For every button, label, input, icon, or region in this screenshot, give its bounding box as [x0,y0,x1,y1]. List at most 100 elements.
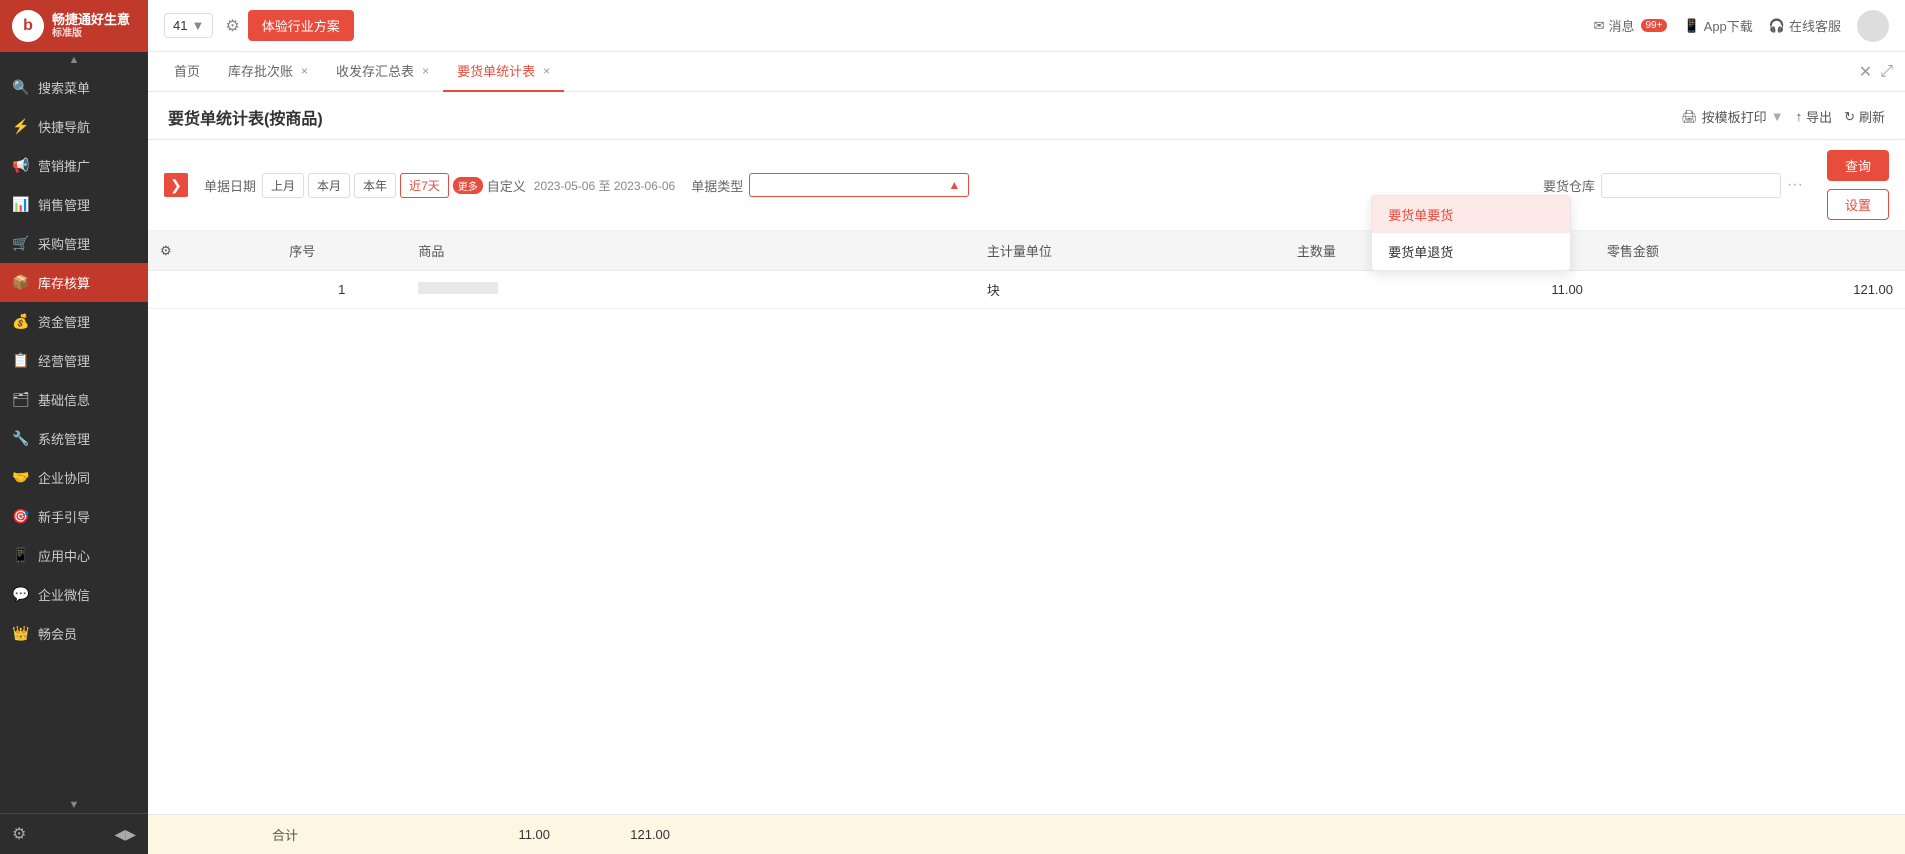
page-header-actions: 🖨 按模板打印 ▼ ↑ 导出 ↻ 刷新 [1681,107,1885,136]
date-buttons: 上月 本月 本年 近7天 更多 自定义 [262,173,526,198]
warehouse-filter-label: 要货仓库 [1543,176,1595,195]
service-icon: 🎧 [1769,18,1785,34]
sidebar-item-apps[interactable]: 📱 应用中心 [0,536,148,575]
sidebar-header: b 畅捷通好生意 标准版 [0,0,148,52]
settings-button[interactable]: 设置 [1827,189,1889,220]
sidebar-item-collab[interactable]: 🤝 企业协同 [0,458,148,497]
app-icon: 📱 [1683,18,1699,34]
sales-icon: 📊 [12,196,30,214]
th-num: 序号 [277,231,406,271]
warehouse-more-icon[interactable]: ··· [1787,176,1803,194]
marketing-icon: 📢 [12,157,30,175]
sidebar-item-purchase[interactable]: 🛒 采购管理 [0,224,148,263]
sidebar-collapse-icon[interactable]: ◀▶ [114,826,136,843]
date-range-display: 2023-05-06 至 2023-06-06 [534,177,675,194]
topbar-gear-icon[interactable]: ⚙ [225,16,239,36]
page-content: 要货单统计表(按商品) 🖨 按模板打印 ▼ ↑ 导出 ↻ 刷新 [148,92,1905,854]
row-num: 1 [277,271,406,309]
tab-close-all-icon[interactable]: ✕ [1859,62,1872,82]
row-qty: 11.00 [1285,271,1595,309]
date-more-badge[interactable]: 更多 [453,177,483,194]
th-settings[interactable]: ⚙ [148,231,277,271]
tab-home[interactable]: 首页 [160,52,214,92]
purchase-icon: 🛒 [12,235,30,253]
footer-label: 合计 [260,825,310,844]
print-button[interactable]: 🖨 按模板打印 ▼ [1681,107,1783,126]
sidebar-item-operations[interactable]: 📋 经营管理 [0,341,148,380]
filter-toggle[interactable]: ❯ [164,173,188,197]
warehouse-filter-group: 要货仓库 ··· [1543,173,1803,198]
date-filter-group: 单据日期 上月 本月 本年 近7天 更多 自定义 2023-05-06 至 20… [204,173,675,198]
footer-amount: 121.00 [550,827,670,842]
chevron-right-icon: ❯ [170,177,182,194]
type-dropdown-arrow: ▲ [948,178,960,192]
tab-close-order-stats[interactable]: × [543,64,550,78]
row-product [406,271,974,309]
sidebar-scroll-down[interactable]: ▼ [0,797,148,813]
product-placeholder [418,282,498,294]
print-icon: 🖨 [1681,109,1698,125]
dropdown-item-return[interactable]: 要货单退货 [1372,233,1570,270]
table-header-row: ⚙ 序号 商品 主计量单位 主数量 [148,231,1905,271]
app-title: 畅捷通好生意 标准版 [52,12,130,40]
topbar-left: 41 ▼ ⚙ 体验行业方案 [164,10,1582,41]
page-header: 要货单统计表(按商品) 🖨 按模板打印 ▼ ↑ 导出 ↻ 刷新 [148,92,1905,140]
footer-qty: 11.00 [430,827,550,842]
type-dropdown: 要货单要货 要货单退货 [1371,195,1571,271]
sidebar-item-search[interactable]: 🔍 搜索菜单 [0,68,148,107]
sidebar-item-basic-info[interactable]: 🗂 基础信息 [0,380,148,419]
th-unit: 主计量单位 [975,231,1285,271]
settings-gear-icon[interactable]: ⚙ [12,824,26,844]
dropdown-item-order[interactable]: 要货单要货 [1372,196,1570,233]
sidebar-item-marketing[interactable]: 📢 营销推广 [0,146,148,185]
sidebar-item-weixin[interactable]: 💬 企业微信 [0,575,148,614]
guide-icon: 🎯 [12,508,30,526]
type-filter-group: 单据类型 ▲ 要货单要货 要货单退货 [691,173,969,197]
tab-inventory-batch[interactable]: 库存批次账 × [214,52,322,92]
date-btn-7days[interactable]: 近7天 [400,173,449,198]
tab-close-inventory-batch[interactable]: × [301,64,308,78]
export-button[interactable]: ↑ 导出 [1796,107,1833,126]
query-button[interactable]: 查询 [1827,150,1889,181]
date-filter-label: 单据日期 [204,176,256,195]
sidebar-nav: 🔍 搜索菜单 ⚡ 快捷导航 📢 营销推广 📊 销售管理 🛒 采购管理 📦 库存核… [0,68,148,797]
tab-close-receipt-summary[interactable]: × [422,64,429,78]
sidebar-item-inventory[interactable]: 📦 库存核算 [0,263,148,302]
table-row: 1 块 11.00 121.00 [148,271,1905,309]
store-selector[interactable]: 41 ▼ [164,13,213,38]
date-btn-last-month[interactable]: 上月 [262,173,304,198]
sidebar-item-guide[interactable]: 🎯 新手引导 [0,497,148,536]
filter-bar: ❯ 单据日期 上月 本月 本年 近7天 更多 自定义 2023-05-06 至 … [148,140,1905,231]
date-btn-this-year[interactable]: 本年 [354,173,396,198]
date-btn-this-month[interactable]: 本月 [308,173,350,198]
quicknav-icon: ⚡ [12,118,30,136]
sidebar-scroll-up[interactable]: ▲ [0,52,148,68]
row-settings-cell [148,271,277,309]
sidebar-item-sales[interactable]: 📊 销售管理 [0,185,148,224]
sidebar-item-finance[interactable]: 💰 资金管理 [0,302,148,341]
custom-date-label[interactable]: 自定义 [487,176,526,195]
type-filter-input[interactable]: ▲ [749,173,969,197]
refresh-button[interactable]: ↻ 刷新 [1844,107,1885,126]
sidebar-item-member[interactable]: 👑 畅会员 [0,614,148,653]
message-action[interactable]: ✉ 消息 99+ [1594,16,1668,35]
message-badge: 99+ [1641,19,1668,32]
finance-icon: 💰 [12,313,30,331]
trial-button[interactable]: 体验行业方案 [248,10,354,41]
tab-receipt-summary[interactable]: 收发存汇总表 × [322,52,443,92]
sidebar-item-quicknav[interactable]: ⚡ 快捷导航 [0,107,148,146]
weixin-icon: 💬 [12,586,30,604]
avatar[interactable] [1857,10,1889,42]
app-logo: b [12,10,44,42]
service-action[interactable]: 🎧 在线客服 [1769,16,1841,35]
inventory-icon: 📦 [12,274,30,292]
warehouse-filter-input[interactable] [1601,173,1781,198]
th-product: 商品 [406,231,974,271]
tab-order-stats[interactable]: 要货单统计表 × [443,52,564,92]
operations-icon: 📋 [12,352,30,370]
tab-expand-icon[interactable]: ⤢ [1880,63,1893,81]
topbar-right: ✉ 消息 99+ 📱 App下载 🎧 在线客服 [1594,10,1889,42]
basic-info-icon: 🗂 [12,391,30,409]
app-download-action[interactable]: 📱 App下载 [1683,16,1752,35]
sidebar-item-system[interactable]: 🔧 系统管理 [0,419,148,458]
